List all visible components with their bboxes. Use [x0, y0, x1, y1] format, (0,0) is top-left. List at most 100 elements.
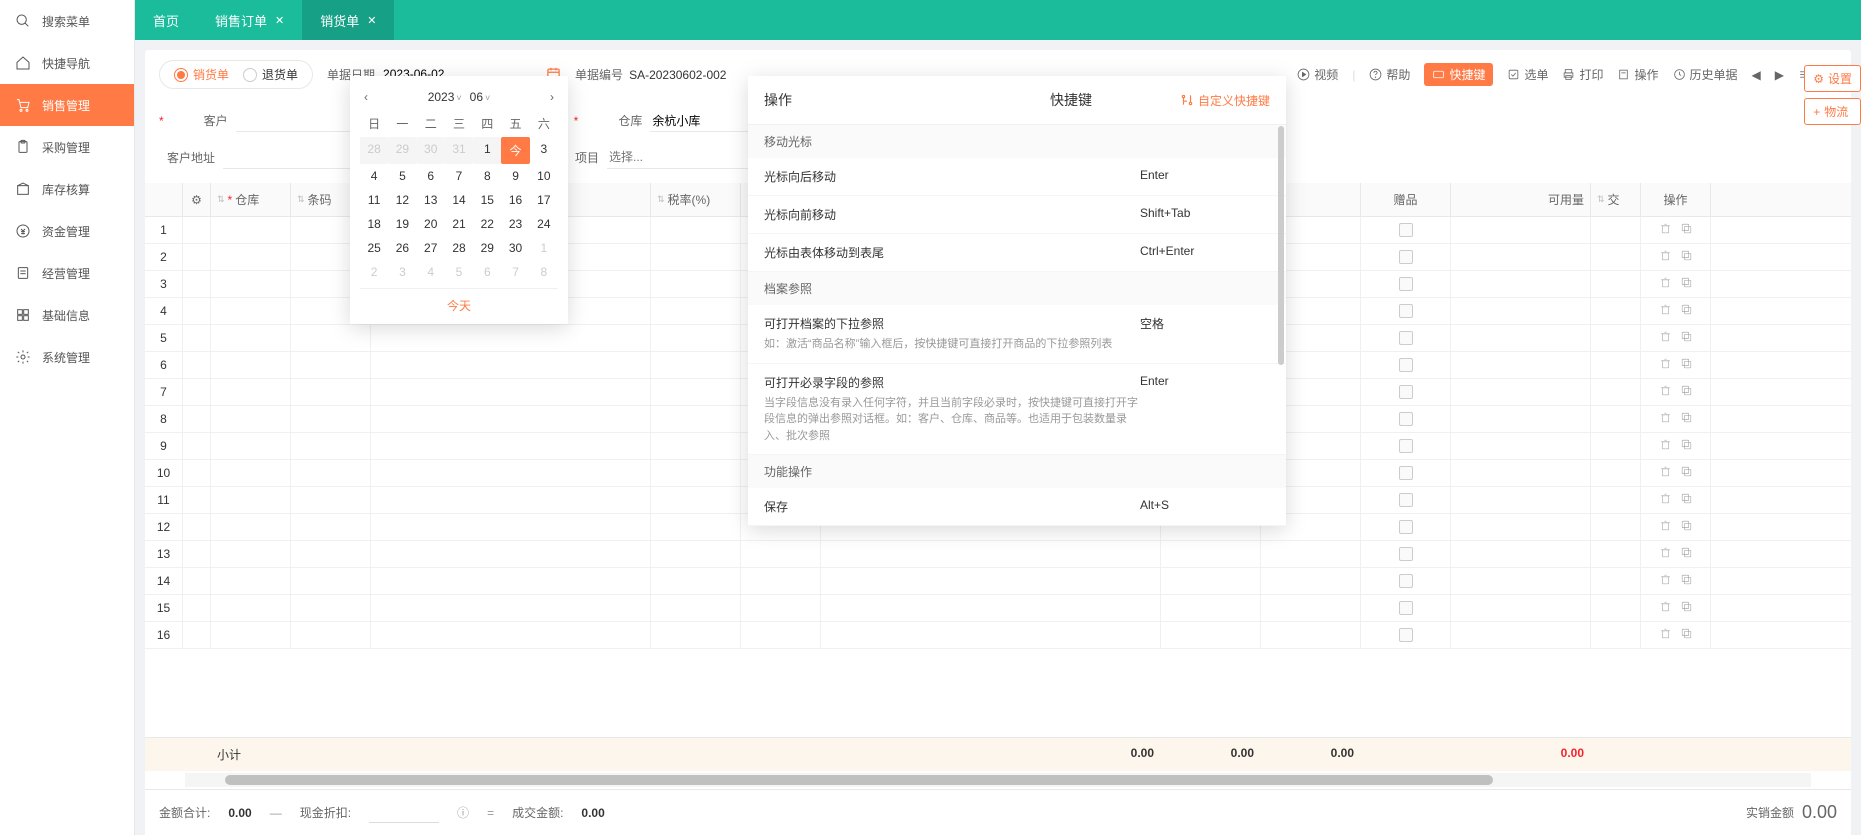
table-row[interactable]: 14 [145, 568, 1851, 595]
prev-month-button[interactable]: ‹ [364, 90, 368, 104]
gift-checkbox[interactable] [1399, 277, 1413, 291]
copy-row-icon[interactable] [1680, 357, 1693, 373]
delete-row-icon[interactable] [1659, 330, 1672, 346]
delete-row-icon[interactable] [1659, 222, 1672, 238]
radio-sales[interactable]: 销货单 [174, 66, 229, 83]
calendar-day[interactable]: 8 [473, 164, 501, 188]
tab-home[interactable]: 首页 [135, 0, 197, 40]
delete-row-icon[interactable] [1659, 438, 1672, 454]
calendar-day[interactable]: 9 [501, 164, 529, 188]
calendar-day[interactable]: 31 [445, 137, 473, 164]
scrollbar[interactable] [1278, 126, 1284, 524]
copy-row-icon[interactable] [1680, 276, 1693, 292]
settings-column-icon[interactable]: ⚙ [183, 183, 211, 216]
calendar-day[interactable]: 3 [388, 260, 416, 284]
calendar-day[interactable]: 27 [417, 236, 445, 260]
calendar-day[interactable]: 7 [501, 260, 529, 284]
gift-checkbox[interactable] [1399, 520, 1413, 534]
col-taxrate[interactable]: ⇅税率(%) [651, 183, 741, 216]
calendar-day[interactable]: 21 [445, 212, 473, 236]
calendar-day[interactable]: 18 [360, 212, 388, 236]
copy-row-icon[interactable] [1680, 384, 1693, 400]
calendar-day[interactable]: 26 [388, 236, 416, 260]
history-link[interactable]: 历史单据 [1673, 66, 1738, 83]
year-selector[interactable]: 2023 [428, 90, 462, 104]
gift-checkbox[interactable] [1399, 547, 1413, 561]
sidebar-item-system[interactable]: 系统管理 [0, 336, 134, 378]
sidebar-item-funds[interactable]: 资金管理 [0, 210, 134, 252]
calendar-day[interactable]: 24 [530, 212, 558, 236]
calendar-day[interactable]: 11 [360, 188, 388, 212]
gift-checkbox[interactable] [1399, 574, 1413, 588]
delete-row-icon[interactable] [1659, 357, 1672, 373]
calendar-day[interactable]: 4 [360, 164, 388, 188]
calendar-day[interactable]: 12 [388, 188, 416, 212]
calendar-day[interactable]: 19 [388, 212, 416, 236]
calendar-day[interactable]: 13 [417, 188, 445, 212]
delete-row-icon[interactable] [1659, 546, 1672, 562]
calendar-day[interactable]: 28 [445, 236, 473, 260]
copy-row-icon[interactable] [1680, 438, 1693, 454]
tab-sales-order[interactable]: 销售订单✕ [197, 0, 302, 40]
calendar-day[interactable]: 29 [388, 137, 416, 164]
calendar-day[interactable]: 2 [360, 260, 388, 284]
gift-checkbox[interactable] [1399, 439, 1413, 453]
calendar-day[interactable]: 28 [360, 137, 388, 164]
calendar-day[interactable]: 8 [530, 260, 558, 284]
copy-row-icon[interactable] [1680, 546, 1693, 562]
delete-row-icon[interactable] [1659, 519, 1672, 535]
calendar-day[interactable]: 5 [388, 164, 416, 188]
calendar-day[interactable]: 30 [417, 137, 445, 164]
next-button[interactable]: ▶ [1775, 68, 1784, 82]
video-link[interactable]: 视频 [1297, 66, 1338, 83]
calendar-day[interactable]: 17 [530, 188, 558, 212]
gift-checkbox[interactable] [1399, 331, 1413, 345]
next-month-button[interactable]: › [550, 90, 554, 104]
calendar-day[interactable]: 6 [417, 164, 445, 188]
sidebar-item-sales[interactable]: 销售管理 [0, 84, 134, 126]
delete-row-icon[interactable] [1659, 492, 1672, 508]
calendar-day[interactable]: 22 [473, 212, 501, 236]
calendar-day[interactable]: 25 [360, 236, 388, 260]
gift-checkbox[interactable] [1399, 601, 1413, 615]
prev-button[interactable]: ◀ [1752, 68, 1761, 82]
gift-checkbox[interactable] [1399, 412, 1413, 426]
calendar-day[interactable]: 15 [473, 188, 501, 212]
calendar-day[interactable]: 3 [530, 137, 558, 164]
shortcut-button[interactable]: 快捷键 [1424, 63, 1493, 86]
radio-return[interactable]: 退货单 [243, 66, 298, 83]
sidebar-item-purchase[interactable]: 采购管理 [0, 126, 134, 168]
calendar-day[interactable]: 5 [445, 260, 473, 284]
close-icon[interactable]: ✕ [275, 14, 284, 27]
month-selector[interactable]: 06 [470, 90, 491, 104]
calendar-day[interactable]: 10 [530, 164, 558, 188]
sidebar-item-search[interactable]: 搜索菜单 [0, 0, 134, 42]
col-available[interactable]: 可用量 [1451, 183, 1591, 216]
close-icon[interactable]: ✕ [367, 14, 376, 27]
copy-row-icon[interactable] [1680, 627, 1693, 643]
help-link[interactable]: 帮助 [1369, 66, 1410, 83]
gift-checkbox[interactable] [1399, 304, 1413, 318]
calendar-day[interactable]: 29 [473, 236, 501, 260]
calendar-day[interactable]: 7 [445, 164, 473, 188]
select-order-link[interactable]: 选单 [1507, 66, 1548, 83]
delete-row-icon[interactable] [1659, 627, 1672, 643]
calendar-day[interactable]: 14 [445, 188, 473, 212]
copy-row-icon[interactable] [1680, 573, 1693, 589]
copy-row-icon[interactable] [1680, 330, 1693, 346]
calendar-day[interactable]: 16 [501, 188, 529, 212]
horizontal-scrollbar[interactable] [185, 773, 1811, 787]
help-icon[interactable]: ⓘ [457, 804, 469, 821]
calendar-day[interactable]: 30 [501, 236, 529, 260]
copy-row-icon[interactable] [1680, 492, 1693, 508]
copy-row-icon[interactable] [1680, 600, 1693, 616]
table-row[interactable]: 16 [145, 622, 1851, 649]
copy-row-icon[interactable] [1680, 519, 1693, 535]
gift-checkbox[interactable] [1399, 223, 1413, 237]
copy-row-icon[interactable] [1680, 249, 1693, 265]
delete-row-icon[interactable] [1659, 411, 1672, 427]
gift-checkbox[interactable] [1399, 250, 1413, 264]
delete-row-icon[interactable] [1659, 276, 1672, 292]
delete-row-icon[interactable] [1659, 600, 1672, 616]
sidebar-item-business[interactable]: 经营管理 [0, 252, 134, 294]
